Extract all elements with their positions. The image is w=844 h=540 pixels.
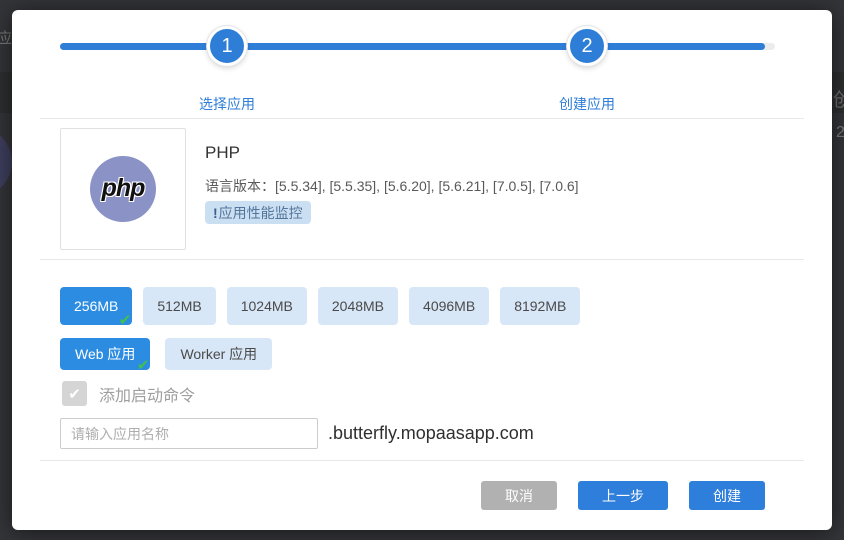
memory-option-label: 512MB <box>157 298 202 314</box>
backdrop-partial-text-left: 应 <box>0 30 13 47</box>
app-versions: 语言版本：[5.5.34], [5.5.35], [5.6.20], [5.6.… <box>205 176 579 196</box>
step-1-circle[interactable]: 1 <box>207 26 247 66</box>
memory-option-256mb[interactable]: 256MB ✔ <box>60 287 133 329</box>
app-name-input[interactable] <box>60 418 318 449</box>
versions-label: 语言版本： <box>205 178 275 194</box>
memory-option-label: 4096MB <box>423 298 476 314</box>
step-2-label: 创建应用 <box>559 96 615 112</box>
memory-option-1024mb[interactable]: 1024MB <box>226 287 307 325</box>
app-title: PHP <box>205 143 240 162</box>
step-1-number: 1 <box>221 34 233 57</box>
step-1-label: 选择应用 <box>199 96 255 112</box>
badge-label: 应用性能监控 <box>218 204 303 221</box>
checkbox-check-icon: ✔ <box>68 385 81 403</box>
memory-options-row: 256MB ✔ 512MB 1024MB 2048MB 4096MB 8192M… <box>60 287 581 329</box>
memory-option-label: 8192MB <box>514 298 567 314</box>
type-option-worker[interactable]: Worker 应用 <box>165 338 273 370</box>
memory-option-label: 256MB <box>74 298 119 314</box>
memory-option-label: 2048MB <box>331 298 385 314</box>
step-2-circle[interactable]: 2 <box>567 26 607 66</box>
versions-list: [5.5.34], [5.5.35], [5.6.20], [5.6.21], … <box>275 178 579 194</box>
backdrop-partial-logo <box>0 127 12 197</box>
step-2-number: 2 <box>581 34 593 57</box>
divider <box>40 118 804 119</box>
app-name-row: .butterfly.mopaasapp.com <box>60 418 534 449</box>
stepper-progress-bar <box>60 43 765 50</box>
startup-command-label: 添加启动命令 <box>99 387 196 405</box>
app-type-row: Web 应用 ✔ Worker 应用 <box>60 338 273 374</box>
check-icon: ✔ <box>136 357 150 374</box>
memory-option-2048mb[interactable]: 2048MB <box>317 287 399 325</box>
memory-option-4096mb[interactable]: 4096MB <box>409 287 490 325</box>
type-option-label: Worker 应用 <box>180 346 258 362</box>
backdrop-partial-text-right-top: 创 <box>833 90 844 111</box>
memory-option-512mb[interactable]: 512MB <box>143 287 216 325</box>
performance-monitor-badge: ! 应用性能监控 <box>205 201 311 224</box>
previous-step-button[interactable]: 上一步 <box>578 481 668 510</box>
cancel-button[interactable]: 取消 <box>481 481 557 510</box>
php-logo-text: php <box>101 173 146 202</box>
type-option-web[interactable]: Web 应用 ✔ <box>60 338 151 374</box>
memory-option-8192mb[interactable]: 8192MB <box>500 287 581 325</box>
app-card: php <box>60 128 186 250</box>
backdrop-partial-text-right-bottom: 2 <box>836 124 844 141</box>
wizard-stepper: 1 2 选择应用 创建应用 <box>12 10 832 118</box>
exclamation-icon: ! <box>213 204 218 221</box>
php-logo-icon: php <box>90 156 156 222</box>
create-button[interactable]: 创建 <box>689 481 765 510</box>
check-icon: ✔ <box>118 312 132 329</box>
create-app-modal: 1 2 选择应用 创建应用 php PHP 语言版本：[5.5.34], [5.… <box>12 10 832 530</box>
domain-suffix: .butterfly.mopaasapp.com <box>328 423 534 443</box>
memory-option-label: 1024MB <box>240 298 293 314</box>
startup-command-row: ✔ 添加启动命令 <box>62 381 195 406</box>
modal-footer: 取消 上一步 创建 <box>12 481 832 510</box>
divider <box>40 259 804 260</box>
startup-command-checkbox[interactable]: ✔ <box>62 381 87 406</box>
type-option-label: Web 应用 <box>75 346 136 362</box>
divider <box>40 460 804 461</box>
